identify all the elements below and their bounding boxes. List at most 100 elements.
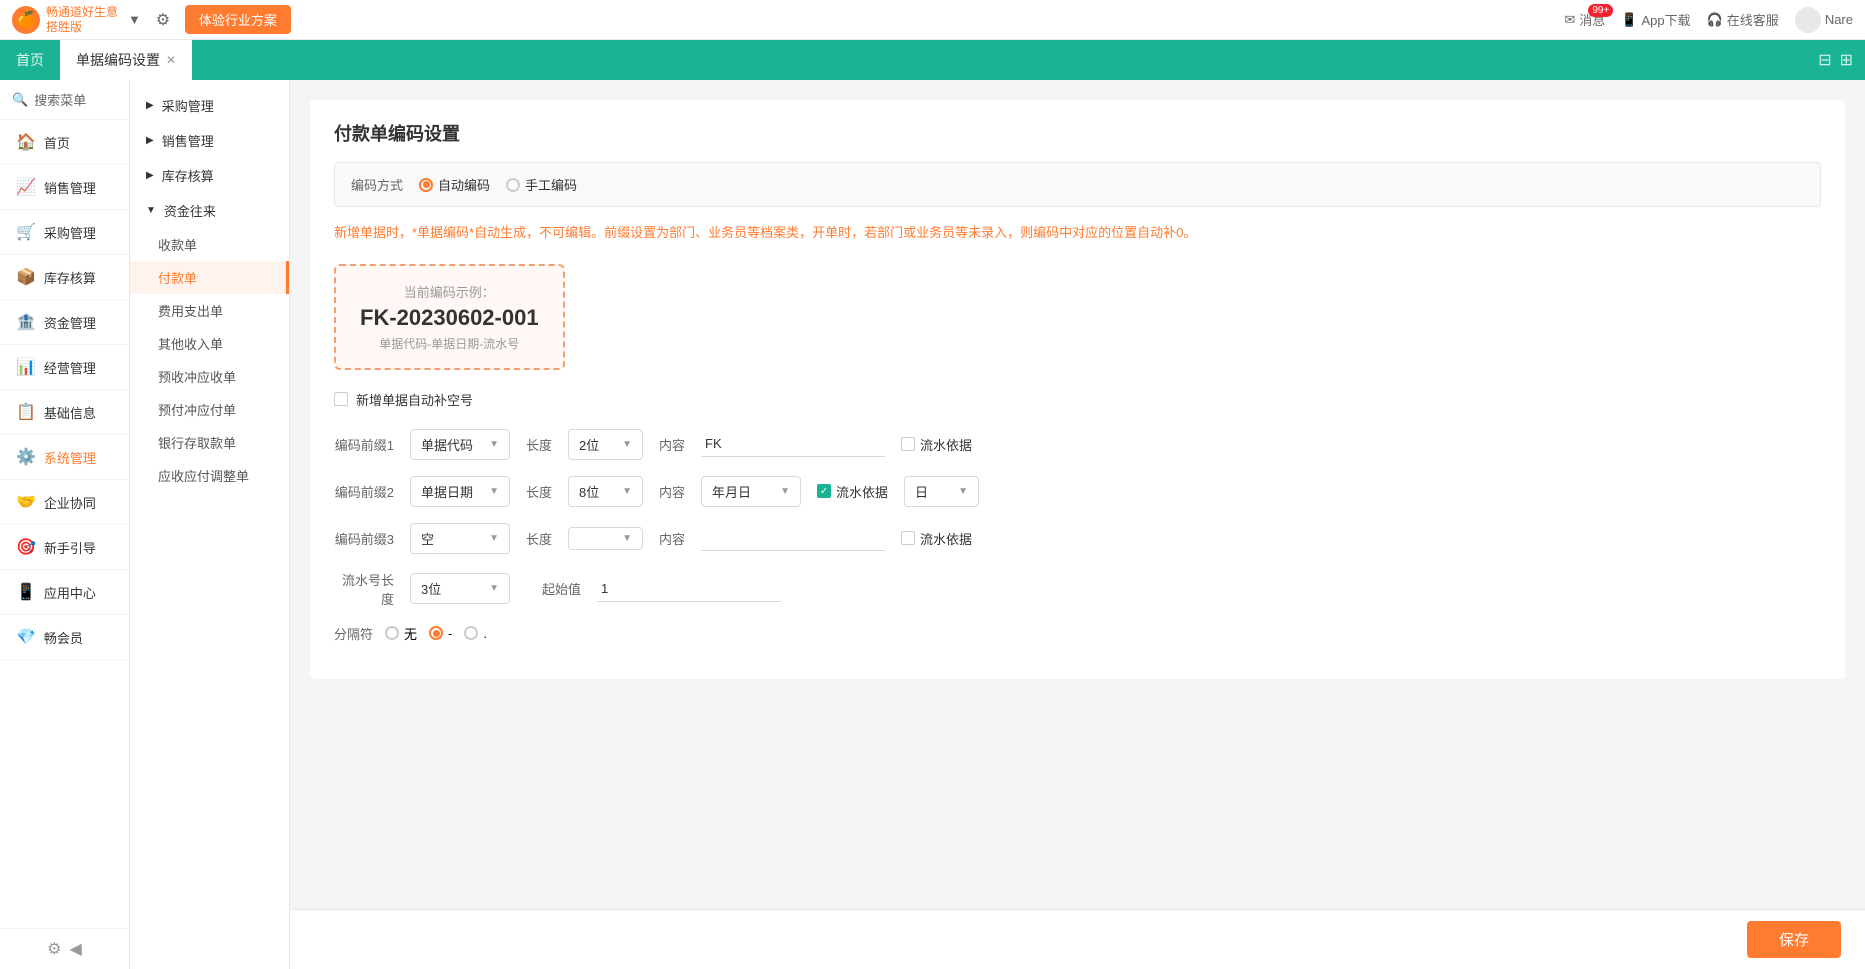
preview-code: FK-20230602-001 [360, 305, 539, 331]
prefix2-period-select[interactable]: 日 ▼ [904, 476, 979, 507]
start-value-input[interactable] [597, 576, 781, 602]
auto-fill-checkbox[interactable] [334, 392, 348, 406]
sidebar-item-system[interactable]: ⚙️ 系统管理 [0, 435, 129, 480]
sidebar-item-home-label: 首页 [44, 133, 70, 152]
prefix2-content-dropdown-icon: ▼ [780, 486, 790, 497]
prefix3-serial-check[interactable]: 流水依据 [901, 529, 972, 548]
tab-minimize-button[interactable]: ⊟ [1818, 50, 1831, 70]
search-icon: 🔍 [12, 92, 28, 108]
prefix2-checkbox[interactable]: ✓ [817, 484, 831, 498]
sidebar-item-basic[interactable]: 📋 基础信息 [0, 390, 129, 435]
menu-group-capital: ▼ 资金往来 收款单 付款单 费用支出单 其他收入单 预收冲应收单 预付冲应付单 [130, 193, 289, 492]
sidebar-item-finance[interactable]: 🏦 资金管理 [0, 300, 129, 345]
sidebar-item-operation[interactable]: 📊 经营管理 [0, 345, 129, 390]
menu-item-other-income[interactable]: 其他收入单 [130, 327, 289, 360]
logo-text: 畅通道好生意 搭胜版 [46, 5, 118, 34]
prefix3-select[interactable]: 空 ▼ [410, 523, 510, 554]
prefix2-length-select[interactable]: 8位 ▼ [568, 476, 643, 507]
prefix-row-2: 编码前缀2 单据日期 ▼ 长度 8位 ▼ 内容 年月日 ▼ ✓ 流水依据 [334, 476, 1821, 507]
sidebar-item-guide[interactable]: 🎯 新手引导 [0, 525, 129, 570]
prefix3-select-value: 空 [421, 529, 434, 548]
top-bar-right: ✉ 消息 99+ 📱 App下载 🎧 在线客服 Nare [1564, 7, 1853, 33]
sidebar-search[interactable]: 🔍 搜索菜单 [0, 80, 129, 120]
nav-dropdown[interactable]: ▼ [128, 12, 141, 27]
sidebar-item-sales[interactable]: 📈 销售管理 [0, 165, 129, 210]
prefix1-checkbox[interactable] [901, 437, 915, 451]
top-bar: 🍊 畅通道好生意 搭胜版 ▼ ⚙ 体验行业方案 ✉ 消息 99+ 📱 App下载… [0, 0, 1865, 40]
chevron-right-icon-3: ▶ [146, 170, 154, 181]
tab-encoding[interactable]: 单据编码设置 ✕ [60, 40, 192, 80]
prefix3-checkbox[interactable] [901, 531, 915, 545]
prefix2-select[interactable]: 单据日期 ▼ [410, 476, 510, 507]
prefix1-serial-check[interactable]: 流水依据 [901, 435, 972, 454]
sidebar-settings-button[interactable]: ⚙ [47, 939, 61, 959]
sidebar-item-purchase[interactable]: 🛒 采购管理 [0, 210, 129, 255]
prefix1-select-value: 单据代码 [421, 435, 473, 454]
menu-item-expense[interactable]: 费用支出单 [130, 294, 289, 327]
menu-item-prepay-payable[interactable]: 预付冲应付单 [130, 393, 289, 426]
app-icon: 📱 [16, 582, 36, 602]
tab-home[interactable]: 首页 [0, 40, 60, 80]
menu-group-sales-header[interactable]: ▶ 销售管理 [130, 123, 289, 158]
menu-group-inventory-header[interactable]: ▶ 库存核算 [130, 158, 289, 193]
prefix1-length-dropdown-icon: ▼ [622, 439, 632, 450]
menu-item-prepay-receivable[interactable]: 预收冲应收单 [130, 360, 289, 393]
save-bar: 保存 [290, 909, 1865, 969]
content-area: 付款单编码设置 编码方式 自动编码 手工编码 新增单据时，*单据编码* [290, 80, 1865, 969]
menu-group-purchase-header[interactable]: ▶ 采购管理 [130, 88, 289, 123]
guide-icon: 🎯 [16, 537, 36, 557]
prefix1-content-input[interactable] [701, 431, 885, 457]
prefix3-length-select[interactable]: ▼ [568, 527, 643, 550]
prefix2-select-value: 单据日期 [421, 482, 473, 501]
prefix2-serial-check[interactable]: ✓ 流水依据 [817, 482, 888, 501]
sep-dash-label: - [448, 626, 452, 641]
menu-item-ar-ap-adjust[interactable]: 应收应付调整单 [130, 459, 289, 492]
radio-manual-encode[interactable]: 手工编码 [506, 175, 577, 194]
tab-bar: 首页 单据编码设置 ✕ ⊟ ⊞ [0, 40, 1865, 80]
sales-icon: 📈 [16, 177, 36, 197]
prefix1-length-select[interactable]: 2位 ▼ [568, 429, 643, 460]
sidebar-collapse-button[interactable]: ◀ [70, 939, 82, 959]
sep-radio-dot[interactable]: . [464, 626, 487, 641]
prefix2-content-select[interactable]: 年月日 ▼ [701, 476, 801, 507]
menu-group-capital-header[interactable]: ▼ 资金往来 [130, 193, 289, 228]
menu-item-receipt[interactable]: 收款单 [130, 228, 289, 261]
sep-none-label: 无 [404, 624, 417, 643]
tab-close-icon[interactable]: ✕ [166, 53, 176, 67]
radio-auto-encode[interactable]: 自动编码 [419, 175, 490, 194]
sidebar-item-enterprise[interactable]: 🤝 企业协同 [0, 480, 129, 525]
online-service-button[interactable]: 🎧 在线客服 [1707, 10, 1779, 29]
sidebar-item-app[interactable]: 📱 应用中心 [0, 570, 129, 615]
menu-item-payment[interactable]: 付款单 [130, 261, 289, 294]
settings-button[interactable]: ⚙ [149, 6, 177, 34]
sidebar-item-inventory[interactable]: 📦 库存核算 [0, 255, 129, 300]
menu-item-bank-deposit[interactable]: 银行存取款单 [130, 426, 289, 459]
sidebar-item-member[interactable]: 💎 畅会员 [0, 615, 129, 660]
sidebar-item-finance-label: 资金管理 [44, 313, 96, 332]
sidebar-item-guide-label: 新手引导 [44, 538, 96, 557]
save-button[interactable]: 保存 [1747, 921, 1841, 958]
sidebar-item-home[interactable]: 🏠 首页 [0, 120, 129, 165]
prefix3-content-label: 内容 [659, 529, 685, 548]
serial-row: 流水号长度 3位 ▼ 起始值 [334, 570, 1821, 608]
sep-radio-none[interactable]: 无 [385, 624, 417, 643]
message-button[interactable]: ✉ 消息 99+ [1564, 10, 1605, 29]
trial-button[interactable]: 体验行业方案 [185, 5, 291, 34]
radio-auto-dot [419, 178, 433, 192]
serial-length-select[interactable]: 3位 ▼ [410, 573, 510, 604]
serial-length-value: 3位 [421, 579, 441, 598]
prefix3-content-input[interactable] [701, 525, 885, 551]
prefix2-length-dropdown-icon: ▼ [622, 486, 632, 497]
sidebar-item-member-label: 畅会员 [44, 628, 83, 647]
sidebar-item-purchase-label: 采购管理 [44, 223, 96, 242]
sidebar-search-label: 搜索菜单 [34, 90, 86, 109]
chevron-right-icon-2: ▶ [146, 135, 154, 146]
menu-group-purchase-label: 采购管理 [162, 96, 214, 115]
app-download-button[interactable]: 📱 App下载 [1621, 10, 1690, 29]
user-avatar [1795, 7, 1821, 33]
tab-maximize-button[interactable]: ⊞ [1840, 50, 1853, 70]
menu-tree: ▶ 采购管理 ▶ 销售管理 ▶ 库存核算 ▼ 资金往来 收款单 [130, 80, 290, 969]
sep-radio-dash[interactable]: - [429, 626, 452, 641]
user-profile[interactable]: Nare [1795, 7, 1853, 33]
prefix1-select[interactable]: 单据代码 ▼ [410, 429, 510, 460]
